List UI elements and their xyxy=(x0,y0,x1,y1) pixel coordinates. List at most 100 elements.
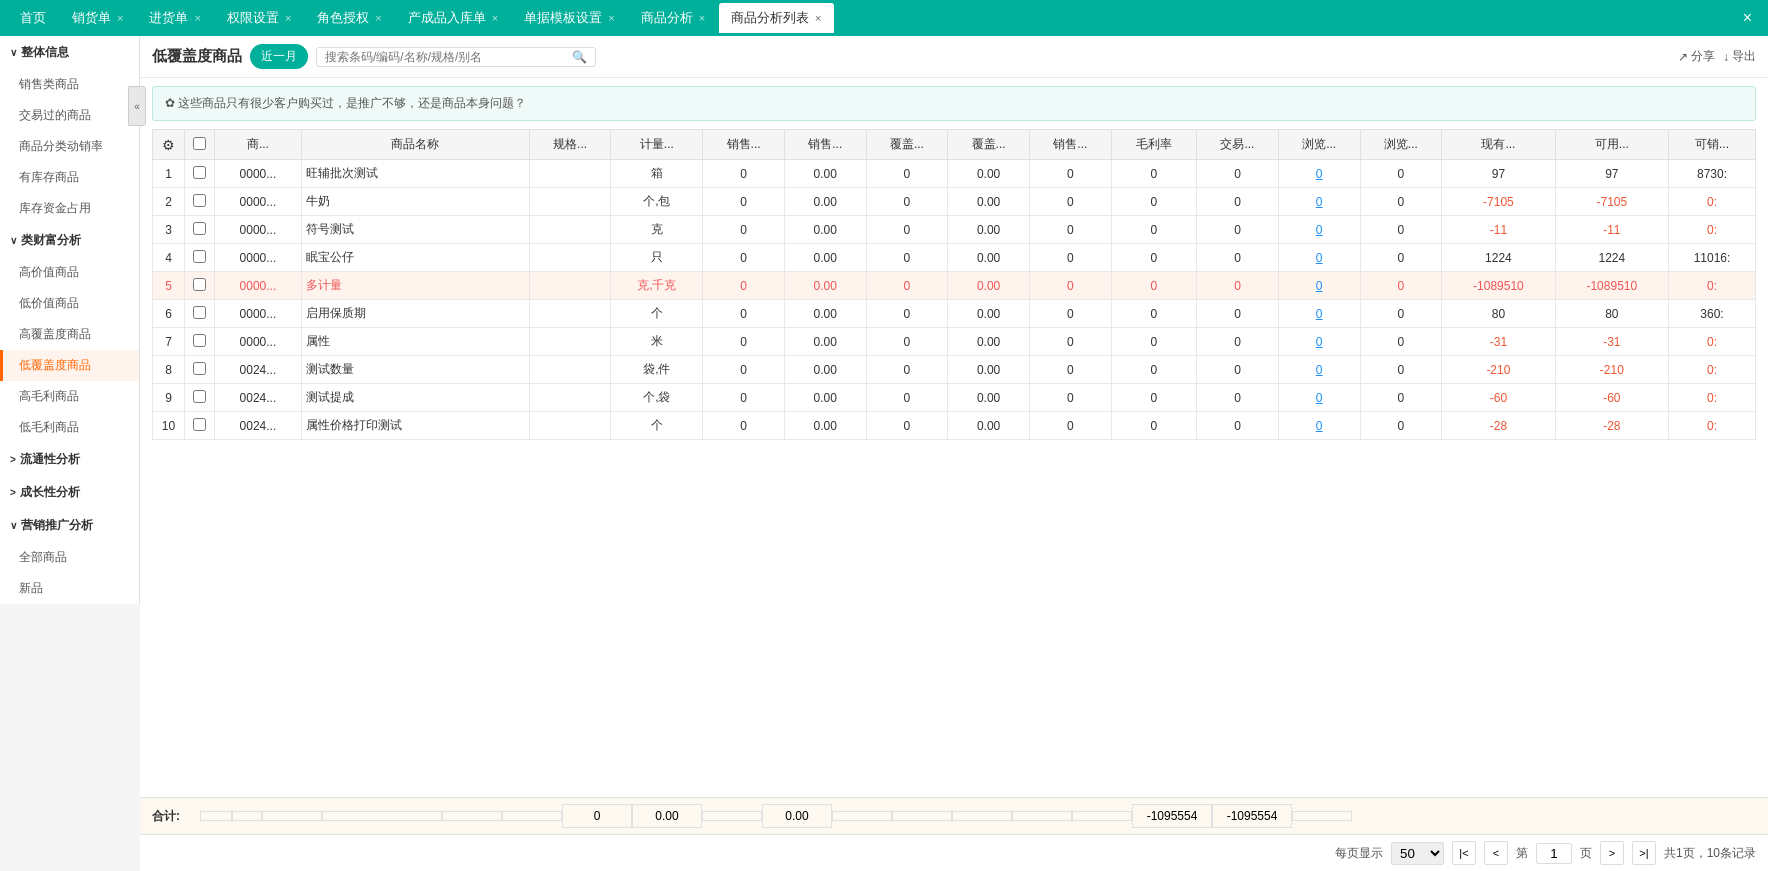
cell-browse1[interactable]: 0 xyxy=(1278,188,1360,216)
col-browse2[interactable]: 浏览... xyxy=(1360,130,1442,160)
col-code[interactable]: 商... xyxy=(215,130,302,160)
nav-tab-close-进货单[interactable]: × xyxy=(194,12,200,24)
last-page-button[interactable]: >| xyxy=(1632,841,1656,865)
cell-checkbox[interactable] xyxy=(185,272,215,300)
nav-tab-权限设置[interactable]: 权限设置× xyxy=(215,3,303,33)
sidebar-item-商品分类动销率[interactable]: 商品分类动销率 xyxy=(0,131,139,162)
page-size-select[interactable]: 5020100 xyxy=(1391,842,1444,865)
col-gross[interactable]: 毛利率 xyxy=(1111,130,1196,160)
col-gear[interactable]: ⚙ xyxy=(153,130,185,160)
cell-checkbox[interactable] xyxy=(185,356,215,384)
prev-page-button[interactable]: < xyxy=(1484,841,1508,865)
sidebar-section-流通性分析[interactable]: >流通性分析 xyxy=(0,443,139,476)
sidebar-item-全部商品[interactable]: 全部商品 xyxy=(0,542,139,573)
cell-browse1[interactable]: 0 xyxy=(1278,300,1360,328)
cell-browse1[interactable]: 0 xyxy=(1278,384,1360,412)
sidebar-item-低毛利商品[interactable]: 低毛利商品 xyxy=(0,412,139,443)
row-checkbox-8[interactable] xyxy=(193,390,206,403)
row-checkbox-2[interactable] xyxy=(193,222,206,235)
sidebar-section-营销推广分析[interactable]: ∨营销推广分析 xyxy=(0,509,139,542)
cell-checkbox[interactable] xyxy=(185,412,215,440)
row-checkbox-0[interactable] xyxy=(193,166,206,179)
col-cover2[interactable]: 覆盖... xyxy=(948,130,1030,160)
row-checkbox-9[interactable] xyxy=(193,418,206,431)
col-sales1[interactable]: 销售... xyxy=(703,130,785,160)
col-browse1[interactable]: 浏览... xyxy=(1278,130,1360,160)
close-all-button[interactable]: × xyxy=(1735,9,1760,27)
row-checkbox-1[interactable] xyxy=(193,194,206,207)
sidebar-item-高价值商品[interactable]: 高价值商品 xyxy=(0,257,139,288)
nav-tab-close-单据模板设置[interactable]: × xyxy=(608,12,614,24)
sidebar-item-新品[interactable]: 新品 xyxy=(0,573,139,604)
cell-checkbox[interactable] xyxy=(185,384,215,412)
cell-checkbox[interactable] xyxy=(185,328,215,356)
row-checkbox-6[interactable] xyxy=(193,334,206,347)
cell-checkbox[interactable] xyxy=(185,244,215,272)
nav-tab-商品分析列表[interactable]: 商品分析列表× xyxy=(719,3,833,33)
sidebar-item-低价值商品[interactable]: 低价值商品 xyxy=(0,288,139,319)
cell-browse1[interactable]: 0 xyxy=(1278,328,1360,356)
sidebar-section-类财富分析[interactable]: ∨类财富分析 xyxy=(0,224,139,257)
col-checkbox[interactable] xyxy=(185,130,215,160)
export-button[interactable]: ↓ 导出 xyxy=(1723,48,1756,65)
share-button[interactable]: ↗ 分享 xyxy=(1678,48,1715,65)
next-page-button[interactable]: > xyxy=(1600,841,1624,865)
col-sales3[interactable]: 销售... xyxy=(1029,130,1111,160)
sidebar-item-高覆盖度商品[interactable]: 高覆盖度商品 xyxy=(0,319,139,350)
col-name[interactable]: 商品名称 xyxy=(301,130,529,160)
nav-tab-进货单[interactable]: 进货单× xyxy=(137,3,212,33)
nav-tab-close-销货单[interactable]: × xyxy=(117,12,123,24)
nav-tab-商品分析[interactable]: 商品分析× xyxy=(629,3,717,33)
row-checkbox-7[interactable] xyxy=(193,362,206,375)
row-checkbox-5[interactable] xyxy=(193,306,206,319)
cell-checkbox[interactable] xyxy=(185,188,215,216)
col-spec[interactable]: 规格... xyxy=(529,130,611,160)
nav-tab-close-角色授权[interactable]: × xyxy=(375,12,381,24)
sidebar-item-库存资金占用[interactable]: 库存资金占用 xyxy=(0,193,139,224)
search-icon[interactable]: 🔍 xyxy=(572,50,587,64)
nav-tab-首页[interactable]: 首页 xyxy=(8,3,58,33)
col-unit[interactable]: 计量... xyxy=(611,130,703,160)
col-current[interactable]: 现有... xyxy=(1442,130,1555,160)
sidebar-section-整体信息[interactable]: ∨整体信息 xyxy=(0,36,139,69)
row-checkbox-3[interactable] xyxy=(193,250,206,263)
select-all-checkbox[interactable] xyxy=(193,137,206,150)
cell-browse1[interactable]: 0 xyxy=(1278,244,1360,272)
nav-tab-角色授权[interactable]: 角色授权× xyxy=(305,3,393,33)
sidebar-item-低覆盖度商品[interactable]: 低覆盖度商品 xyxy=(0,350,139,381)
search-input[interactable] xyxy=(325,50,568,64)
cell-checkbox[interactable] xyxy=(185,216,215,244)
filter-near-month-button[interactable]: 近一月 xyxy=(250,44,308,69)
sidebar-item-交易过的商品[interactable]: 交易过的商品 xyxy=(0,100,139,131)
col-sales2[interactable]: 销售... xyxy=(784,130,866,160)
col-available[interactable]: 可用... xyxy=(1555,130,1668,160)
sidebar-item-有库存商品[interactable]: 有库存商品 xyxy=(0,162,139,193)
page-number-input[interactable] xyxy=(1536,843,1572,864)
table-row: 10000...旺辅批次测试箱00.0000.000000097978730: xyxy=(153,160,1756,188)
cell-unit: 个 xyxy=(611,300,703,328)
cell-checkbox[interactable] xyxy=(185,160,215,188)
cell-name: 测试数量 xyxy=(301,356,529,384)
sidebar-item-销售类商品[interactable]: 销售类商品 xyxy=(0,69,139,100)
cell-checkbox[interactable] xyxy=(185,300,215,328)
cell-browse1[interactable]: 0 xyxy=(1278,216,1360,244)
nav-tab-销货单[interactable]: 销货单× xyxy=(60,3,135,33)
cell-browse1[interactable]: 0 xyxy=(1278,160,1360,188)
cell-browse1[interactable]: 0 xyxy=(1278,412,1360,440)
sidebar-item-高毛利商品[interactable]: 高毛利商品 xyxy=(0,381,139,412)
sidebar-section-成长性分析[interactable]: >成长性分析 xyxy=(0,476,139,509)
nav-tab-close-产成品入库单[interactable]: × xyxy=(492,12,498,24)
nav-tab-close-权限设置[interactable]: × xyxy=(285,12,291,24)
nav-tab-产成品入库单[interactable]: 产成品入库单× xyxy=(396,3,510,33)
nav-tab-close-商品分析[interactable]: × xyxy=(699,12,705,24)
col-trans[interactable]: 交易... xyxy=(1197,130,1279,160)
nav-tab-close-商品分析列表[interactable]: × xyxy=(815,12,821,24)
first-page-button[interactable]: |< xyxy=(1452,841,1476,865)
cell-browse1[interactable]: 0 xyxy=(1278,356,1360,384)
nav-tab-单据模板设置[interactable]: 单据模板设置× xyxy=(512,3,626,33)
col-cover1[interactable]: 覆盖... xyxy=(866,130,948,160)
sidebar-collapse-button[interactable]: « xyxy=(128,86,146,126)
col-saleable[interactable]: 可销... xyxy=(1669,130,1756,160)
row-checkbox-4[interactable] xyxy=(193,278,206,291)
cell-browse1[interactable]: 0 xyxy=(1278,272,1360,300)
